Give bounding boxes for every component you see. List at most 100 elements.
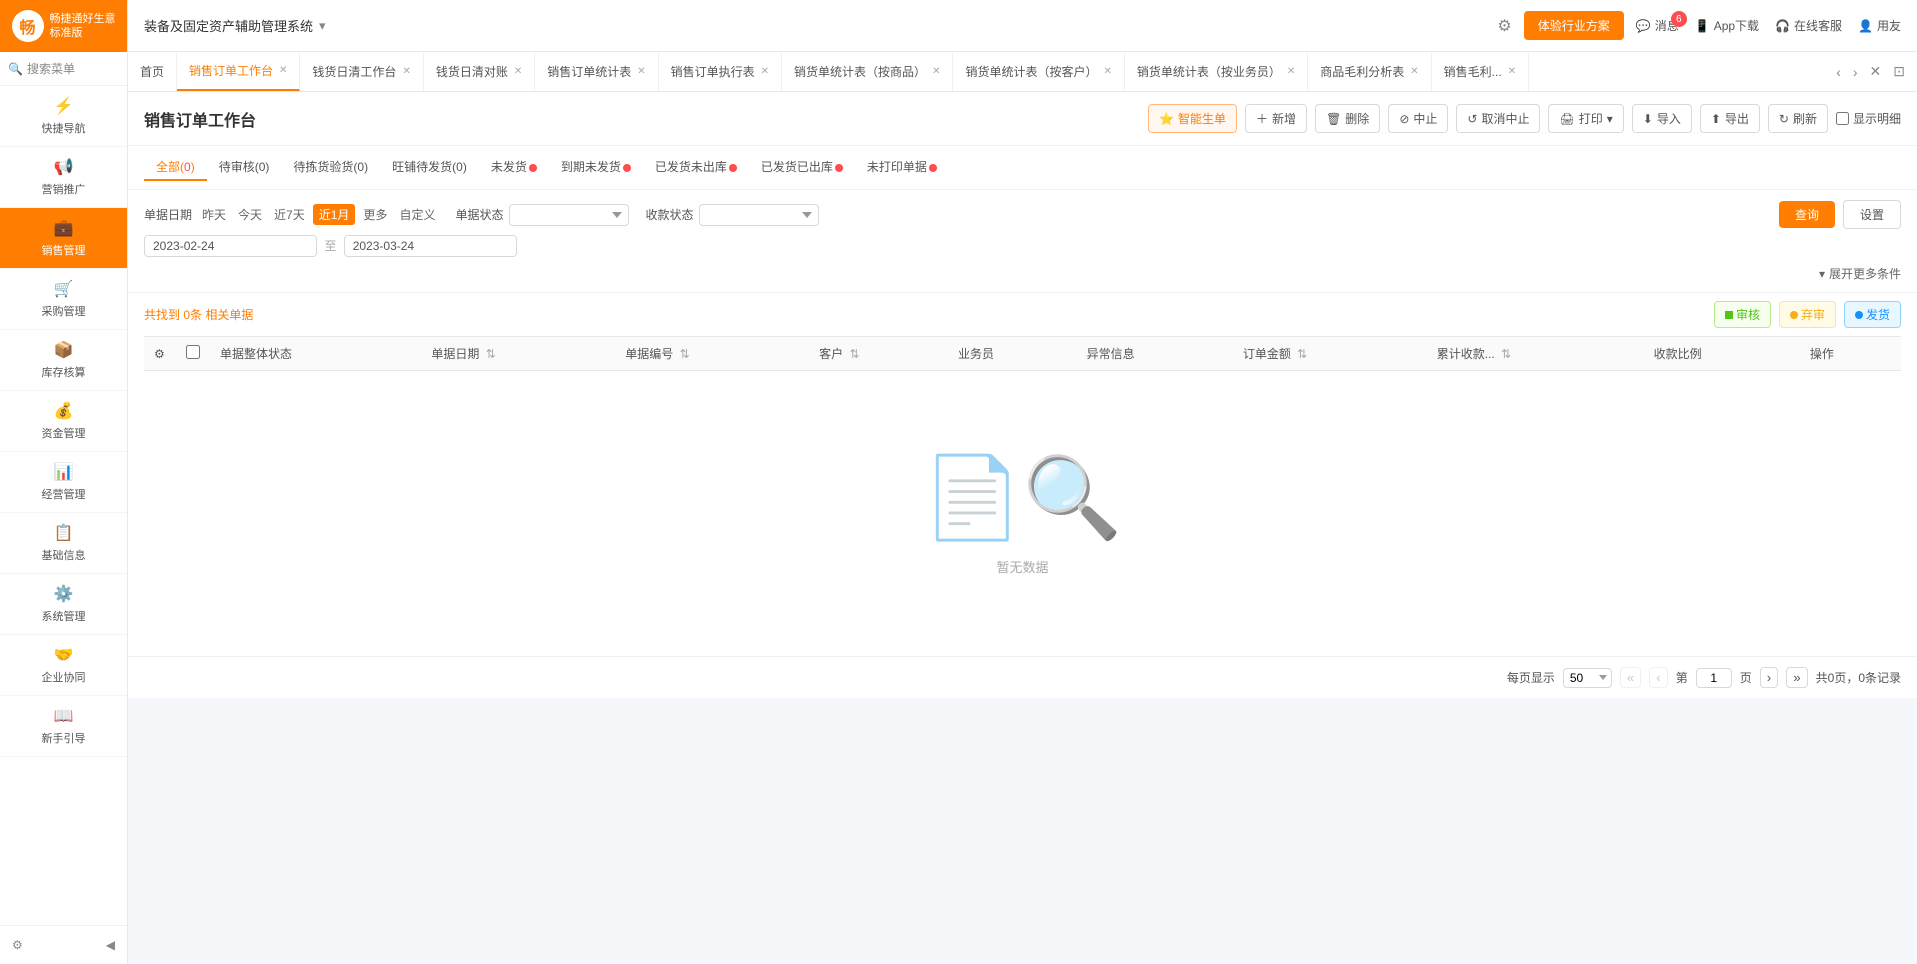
tab-close-cash-reconcile[interactable]: ✕: [514, 66, 522, 77]
online-service-button[interactable]: 🎧 在线客服: [1775, 17, 1842, 34]
tab-close-product-margin[interactable]: ✕: [1410, 66, 1418, 77]
status-select[interactable]: [509, 204, 629, 226]
sidebar-item-system[interactable]: ⚙️ 系统管理: [0, 574, 127, 635]
tab-sales-more[interactable]: 销售毛利... ✕: [1432, 52, 1529, 91]
sidebar-item-marketing[interactable]: 📢 营销推广: [0, 147, 127, 208]
th-customer[interactable]: 客户 ⇅: [809, 337, 948, 371]
page-number-input[interactable]: [1696, 668, 1732, 688]
smart-generate-button[interactable]: ⭐ 智能生单: [1148, 104, 1237, 133]
th-collected[interactable]: 累计收款... ⇅: [1427, 337, 1644, 371]
setting-button[interactable]: 设置: [1843, 200, 1901, 229]
date-today[interactable]: 今天: [234, 204, 266, 225]
sidebar-item-quick-nav[interactable]: ⚡ 快捷导航: [0, 86, 127, 147]
sidebar-item-inventory[interactable]: 📦 库存核算: [0, 330, 127, 391]
cancel-suspend-button[interactable]: ↺ 取消中止: [1456, 104, 1540, 133]
tab-cash-reconcile[interactable]: 钱货日清对账 ✕: [424, 52, 535, 91]
sidebar-item-finance[interactable]: 💰 资金管理: [0, 391, 127, 452]
date-yesterday[interactable]: 昨天: [198, 204, 230, 225]
filter-tab-pending-inspect[interactable]: 待拣货验货(0): [281, 154, 380, 181]
filter-tab-shipped-out[interactable]: 已发货已出库: [749, 154, 855, 181]
trial-button[interactable]: 体验行业方案: [1524, 11, 1624, 40]
tab-sales-by-staff[interactable]: 销货单统计表（按业务员） ✕: [1125, 52, 1308, 91]
audit-button[interactable]: 审核: [1714, 301, 1771, 328]
date-custom[interactable]: 自定义: [395, 204, 439, 225]
import-button[interactable]: ⬇ 导入: [1632, 104, 1692, 133]
filter-tab-all[interactable]: 全部(0): [144, 154, 207, 181]
tab-close-sales-by-customer[interactable]: ✕: [1103, 66, 1111, 77]
suspend-button[interactable]: ⊘ 中止: [1388, 104, 1448, 133]
sort-date-icon[interactable]: ⇅: [486, 347, 496, 361]
next-page-button[interactable]: ›: [1760, 667, 1778, 688]
sidebar-settings-button[interactable]: ⚙: [8, 934, 27, 956]
last-page-button[interactable]: »: [1786, 667, 1807, 688]
th-number[interactable]: 单据编号 ⇅: [615, 337, 809, 371]
filter-tab-overdue-not-shipped[interactable]: 到期未发货: [549, 154, 643, 181]
select-all-checkbox[interactable]: [186, 345, 200, 359]
date-to-input[interactable]: [344, 235, 517, 257]
ship-button[interactable]: 发货: [1844, 301, 1901, 328]
th-gear[interactable]: ⚙: [144, 337, 176, 371]
query-button[interactable]: 查询: [1779, 201, 1835, 228]
tab-close-sales-by-staff[interactable]: ✕: [1287, 66, 1295, 77]
sidebar-item-purchase[interactable]: 🛒 采购管理: [0, 269, 127, 330]
tab-close-sales-more[interactable]: ✕: [1508, 66, 1516, 77]
sidebar-item-guide[interactable]: 📖 新手引导: [0, 696, 127, 757]
sort-number-icon[interactable]: ⇅: [680, 347, 690, 361]
tab-sales-exec[interactable]: 销售订单执行表 ✕: [659, 52, 782, 91]
tab-nav-expand[interactable]: ⊡: [1889, 61, 1909, 82]
print-button[interactable]: 🖨 打印 ▾: [1548, 104, 1623, 133]
delete-button[interactable]: 🗑 删除: [1315, 104, 1380, 133]
tab-close-sales-exec[interactable]: ✕: [761, 66, 769, 77]
sort-amount-icon[interactable]: ⇅: [1297, 347, 1307, 361]
app-download-button[interactable]: 📱 App下载: [1695, 17, 1759, 34]
th-date[interactable]: 单据日期 ⇅: [421, 337, 615, 371]
sidebar-item-search[interactable]: 🔍 搜索菜单: [0, 52, 127, 86]
tab-cash-daily[interactable]: 钱货日清工作台 ✕: [300, 52, 423, 91]
th-checkbox[interactable]: [176, 337, 210, 371]
table-scroll-container[interactable]: ⚙ 单据整体状态 单据日期 ⇅ 单据编号: [144, 336, 1901, 656]
show-detail-label[interactable]: 显示明细: [1836, 110, 1901, 127]
tab-close-sales-stat[interactable]: ✕: [637, 66, 645, 77]
tab-product-margin[interactable]: 商品毛利分析表 ✕: [1308, 52, 1431, 91]
sidebar-item-enterprise[interactable]: 🤝 企业协同: [0, 635, 127, 696]
expand-conditions-button[interactable]: ▾ 展开更多条件: [1819, 265, 1901, 282]
tab-nav-next[interactable]: ›: [1849, 62, 1862, 82]
tab-close-sales-workbench[interactable]: ✕: [279, 65, 287, 76]
refresh-button[interactable]: ↻ 刷新: [1768, 104, 1828, 133]
message-button[interactable]: 💬 消息 6: [1636, 17, 1679, 34]
sort-customer-icon[interactable]: ⇅: [850, 347, 860, 361]
tab-home[interactable]: 首页: [128, 52, 177, 91]
prev-page-button[interactable]: ‹: [1649, 667, 1667, 688]
date-from-input[interactable]: [144, 235, 317, 257]
sidebar-item-operations[interactable]: 📊 经营管理: [0, 452, 127, 513]
th-amount[interactable]: 订单金额 ⇅: [1233, 337, 1427, 371]
tab-sales-by-customer[interactable]: 销货单统计表（按客户） ✕: [953, 52, 1124, 91]
date-7days[interactable]: 近7天: [270, 204, 309, 225]
sidebar-item-sales[interactable]: 💼 销售管理: [0, 208, 127, 269]
sidebar-collapse-button[interactable]: ◀: [102, 934, 119, 956]
filter-tab-pending-review[interactable]: 待审核(0): [207, 154, 282, 181]
add-button[interactable]: ＋ 新增: [1245, 104, 1307, 133]
page-size-select[interactable]: 50 10 20 100: [1563, 668, 1612, 688]
tab-close-cash-daily[interactable]: ✕: [402, 66, 410, 77]
date-1month[interactable]: 近1月: [313, 204, 356, 225]
tab-nav-prev[interactable]: ‹: [1832, 62, 1845, 82]
filter-tab-not-shipped[interactable]: 未发货: [479, 154, 549, 181]
show-detail-checkbox[interactable]: [1836, 112, 1849, 125]
sort-collected-icon[interactable]: ⇅: [1501, 347, 1511, 361]
tab-sales-workbench[interactable]: 销售订单工作台 ✕: [177, 52, 300, 91]
filter-tab-shipped-not-out[interactable]: 已发货未出库: [643, 154, 749, 181]
sidebar-item-base-info[interactable]: 📋 基础信息: [0, 513, 127, 574]
date-more[interactable]: 更多: [359, 204, 391, 225]
tab-sales-by-product[interactable]: 销货单统计表（按商品） ✕: [782, 52, 953, 91]
topbar-settings-icon[interactable]: ⚙: [1497, 16, 1511, 36]
payment-select[interactable]: [699, 204, 819, 226]
user-menu-button[interactable]: 👤 用友: [1858, 17, 1901, 34]
tab-nav-close-all[interactable]: ✕: [1866, 61, 1886, 82]
system-dropdown-btn[interactable]: ▾: [319, 18, 326, 34]
tab-sales-stat[interactable]: 销售订单统计表 ✕: [535, 52, 658, 91]
export-button[interactable]: ⬆ 导出: [1700, 104, 1760, 133]
filter-tab-not-printed[interactable]: 未打印单据: [855, 154, 949, 181]
first-page-button[interactable]: «: [1620, 667, 1641, 688]
tab-close-sales-by-product[interactable]: ✕: [932, 66, 940, 77]
